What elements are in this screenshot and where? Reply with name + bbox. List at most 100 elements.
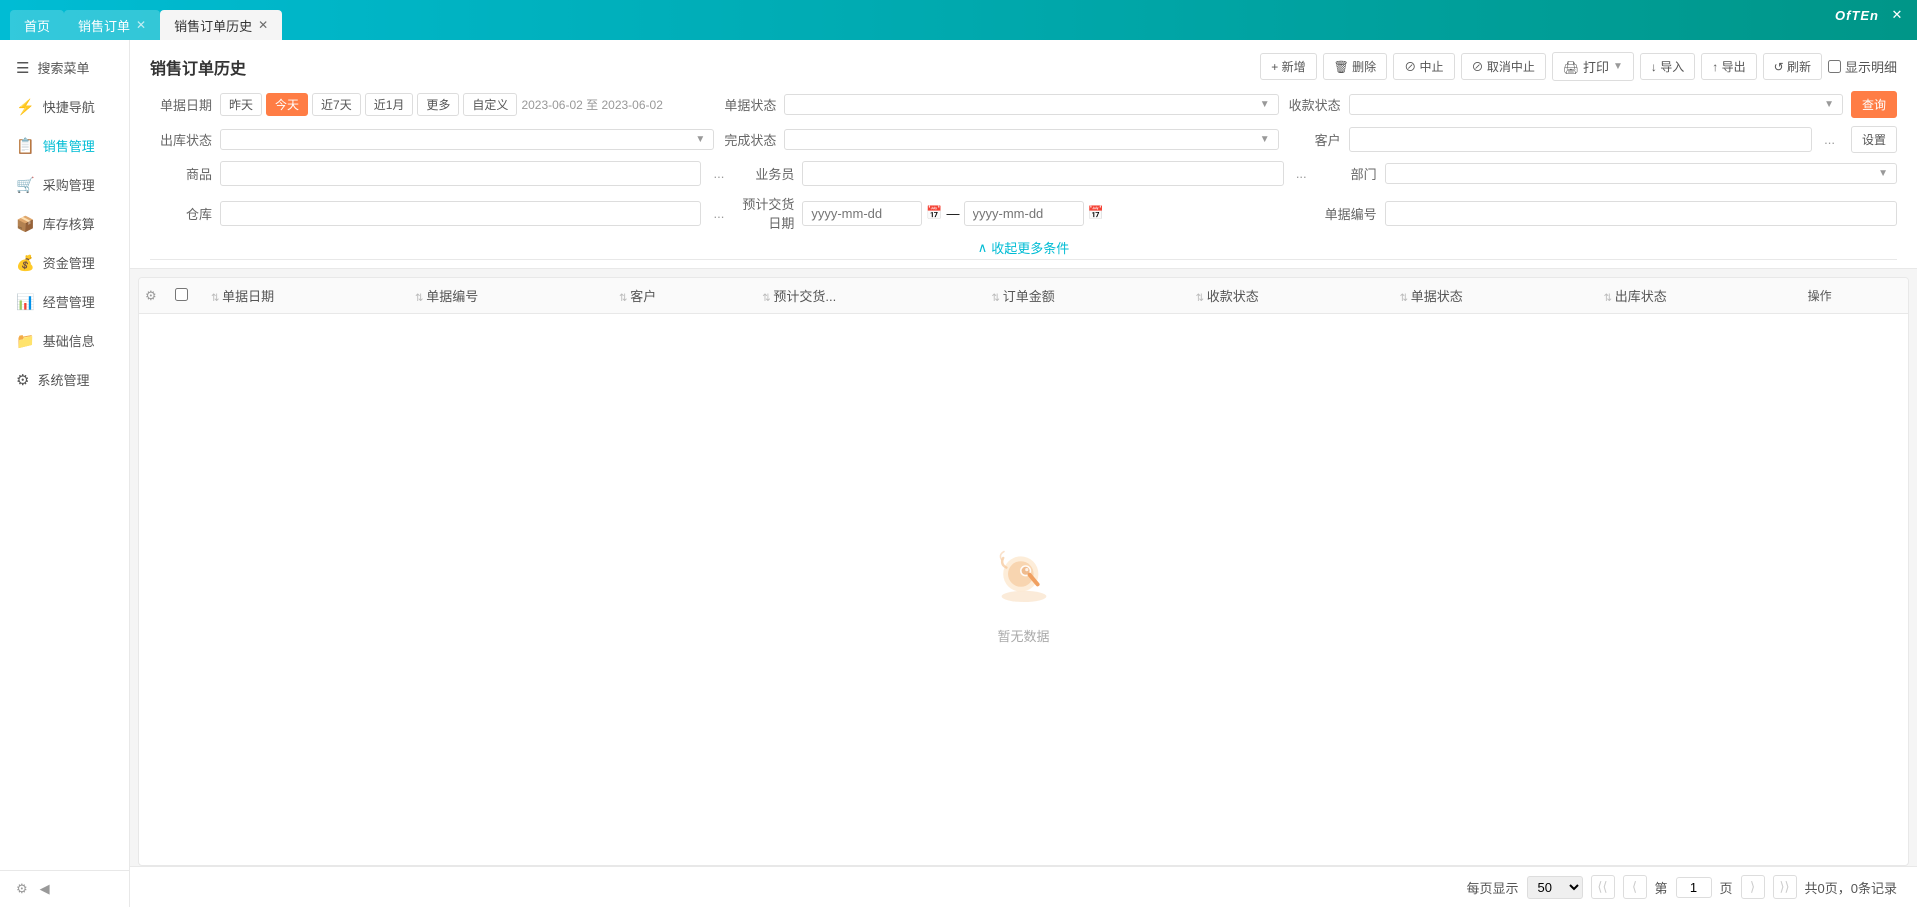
sidebar-item-system-mgmt[interactable]: ⚙ 系统管理 (0, 360, 129, 399)
tab-sales-order-history-close[interactable]: ✕ (258, 18, 268, 32)
col-bill-date[interactable]: ⇅ 单据日期 (199, 278, 403, 314)
date-filter: 昨天 今天 近7天 近1月 更多 自定义 2023-06-02 至 2023-0… (220, 93, 663, 116)
sidebar-item-quick-nav[interactable]: ⚡ 快捷导航 (0, 87, 129, 126)
tab-home[interactable]: 销售订单历史 首页 (10, 10, 64, 40)
stop-button[interactable]: ⊘ 中止 (1393, 53, 1454, 80)
complete-status-label: 完成状态 (714, 130, 784, 149)
complete-status-select[interactable]: ▼ (784, 129, 1278, 150)
sidebar-item-label: 采购管理 (43, 175, 95, 194)
page-jump-label: 第 (1655, 878, 1668, 897)
sidebar-item-purchase-mgmt[interactable]: 🛒 采购管理 (0, 165, 129, 204)
sidebar-item-label: 系统管理 (37, 370, 89, 389)
date-btn-today[interactable]: 今天 (266, 93, 308, 116)
sidebar-item-label: 库存核算 (43, 214, 95, 233)
cal-end-icon[interactable]: 📅 (1088, 205, 1104, 221)
last-page-btn[interactable]: ⟩⟩ (1773, 875, 1797, 899)
display-detail-checkbox[interactable]: 显示明细 (1828, 57, 1897, 76)
cancel-stop-button[interactable]: ⊘ 取消中止 (1461, 53, 1546, 80)
basic-info-icon: 📁 (16, 332, 35, 350)
warehouse-ellipsis-btn[interactable]: ... (705, 206, 732, 221)
bill-status-select[interactable]: ▼ (784, 94, 1278, 115)
filter-row-2: 出库状态 ▼ 完成状态 ▼ (150, 126, 1897, 153)
purchase-mgmt-icon: 🛒 (16, 176, 35, 194)
filter-row-3: 商品 ... 业务员 ... 部门 (150, 161, 1897, 186)
sidebar-item-sales-mgmt[interactable]: 📋 销售管理 (0, 126, 129, 165)
sidebar-item-basic-info[interactable]: 📁 基础信息 (0, 321, 129, 360)
prev-page-btn[interactable]: ⟨ (1623, 875, 1647, 899)
first-page-btn[interactable]: ⟨⟨ (1591, 875, 1615, 899)
settings-button[interactable]: 设置 (1851, 126, 1897, 153)
table-area: ⚙⇅ 单据日期⇅ 单据编号⇅ 客户⇅ 预计交货...⇅ 订单金额⇅ 收款状态⇅ … (138, 277, 1909, 866)
print-button[interactable]: 🖨 打印 ▼ (1552, 52, 1634, 81)
tab-sales-order-history[interactable]: 销售订单历史 ✕ (160, 10, 282, 40)
col-expected-delivery[interactable]: ⇅ 预计交货... (750, 278, 979, 314)
warehouse-input[interactable] (220, 201, 701, 226)
customer-label: 客户 (1279, 130, 1349, 149)
customer-ellipsis-btn[interactable]: ... (1816, 132, 1843, 147)
tab-sales-order[interactable]: 销售订单 ✕ (64, 10, 160, 40)
goods-input[interactable] (220, 161, 701, 186)
delete-button[interactable]: 🗑 删除 (1323, 53, 1388, 80)
col-outbound-status[interactable]: ⇅ 出库状态 (1592, 278, 1796, 314)
complete-status-arrow-icon: ▼ (1260, 134, 1270, 145)
bill-status-label: 单据状态 (714, 95, 784, 114)
page-size-select[interactable]: 50 10 20 100 (1527, 876, 1583, 899)
outbound-status-label: 出库状态 (150, 130, 220, 149)
import-button[interactable]: ↓ 导入 (1640, 53, 1695, 80)
col-bill-status[interactable]: ⇅ 单据状态 (1388, 278, 1592, 314)
date-btn-1month[interactable]: 近1月 (365, 93, 414, 116)
page-unit-label: 页 (1720, 878, 1733, 897)
table-settings-icon[interactable]: ⚙ (145, 288, 157, 303)
goods-ellipsis-btn[interactable]: ... (705, 166, 732, 181)
pagination: 每页显示 50 10 20 100 ⟨⟨ ⟨ 第 页 ⟩ ⟩⟩ 共0页，0条记录 (130, 866, 1917, 907)
salesperson-ellipsis-btn[interactable]: ... (1288, 166, 1315, 181)
col-payment-status[interactable]: ⇅ 收款状态 (1184, 278, 1388, 314)
department-select[interactable]: ▼ (1385, 163, 1897, 184)
window-close-button[interactable]: ✕ (1887, 5, 1907, 25)
tab-sales-order-close[interactable]: ✕ (136, 18, 146, 32)
sidebar-item-capital-mgmt[interactable]: 💰 资金管理 (0, 243, 129, 282)
date-btn-7days[interactable]: 近7天 (312, 93, 361, 116)
toolbar: + 新增 🗑 删除 ⊘ 中止 ⊘ 取消中止 🖨 打印 ▼ ↓ 导入 ↑ 导出 ↺… (1260, 52, 1897, 81)
salesperson-input[interactable] (802, 161, 1283, 186)
sidebar-item-search-menu[interactable]: ☰ 搜索菜单 (0, 48, 129, 87)
sidebar-settings-icon[interactable]: ⚙ (16, 881, 28, 897)
operations-mgmt-icon: 📊 (16, 293, 35, 311)
date-btn-more[interactable]: 更多 (417, 93, 459, 116)
sidebar-item-inventory-check[interactable]: 📦 库存核算 (0, 204, 129, 243)
empty-state: 暂无数据 (139, 314, 1908, 865)
sidebar-item-label: 资金管理 (43, 253, 95, 272)
customer-input[interactable] (1349, 127, 1812, 152)
filter-row-1: 单据日期 昨天 今天 近7天 近1月 更多 自定义 2023-06-02 至 2… (150, 91, 1897, 118)
sidebar-bottom: ⚙ ◀ (0, 870, 129, 907)
date-btn-custom[interactable]: 自定义 (463, 93, 517, 116)
delivery-date-end-input[interactable] (964, 201, 1084, 226)
total-records-text: 共0页，0条记录 (1805, 878, 1897, 897)
sidebar-item-label: 快捷导航 (43, 97, 95, 116)
cal-start-icon[interactable]: 📅 (926, 205, 942, 221)
sidebar-item-operations-mgmt[interactable]: 📊 经营管理 (0, 282, 129, 321)
col-bill-number[interactable]: ⇅ 单据编号 (403, 278, 607, 314)
new-button[interactable]: + 新增 (1260, 53, 1316, 80)
refresh-button[interactable]: ↺ 刷新 (1763, 53, 1822, 80)
page-header: 销售订单历史 + 新增 🗑 删除 ⊘ 中止 ⊘ 取消中止 🖨 打印 ▼ ↓ 导入… (130, 40, 1917, 269)
date-btn-yesterday[interactable]: 昨天 (220, 93, 262, 116)
outbound-status-select[interactable]: ▼ (220, 129, 714, 150)
bill-number-input[interactable] (1385, 201, 1897, 226)
bill-status-arrow-icon: ▼ (1260, 99, 1270, 110)
sidebar-collapse-icon[interactable]: ◀ (40, 881, 50, 897)
delivery-date-start-input[interactable] (802, 201, 922, 226)
delivery-date-label: 预计交货日期 (732, 194, 802, 232)
top-bar: 销售订单历史 首页 销售订单 ✕ 销售订单历史 ✕ OfTEn ✕ (0, 0, 1917, 40)
select-all-checkbox[interactable] (175, 288, 188, 301)
page-number-input[interactable] (1676, 877, 1712, 898)
query-button[interactable]: 查询 (1851, 91, 1897, 118)
display-detail-input[interactable] (1828, 60, 1841, 73)
col-order-amount[interactable]: ⇅ 订单金额 (980, 278, 1184, 314)
export-button[interactable]: ↑ 导出 (1701, 53, 1756, 80)
payment-status-select[interactable]: ▼ (1349, 94, 1843, 115)
brand-label: OfTEn (1835, 8, 1879, 23)
collapse-more-btn[interactable]: ∧ 收起更多条件 (150, 236, 1897, 259)
col-customer[interactable]: ⇅ 客户 (607, 278, 750, 314)
next-page-btn[interactable]: ⟩ (1741, 875, 1765, 899)
